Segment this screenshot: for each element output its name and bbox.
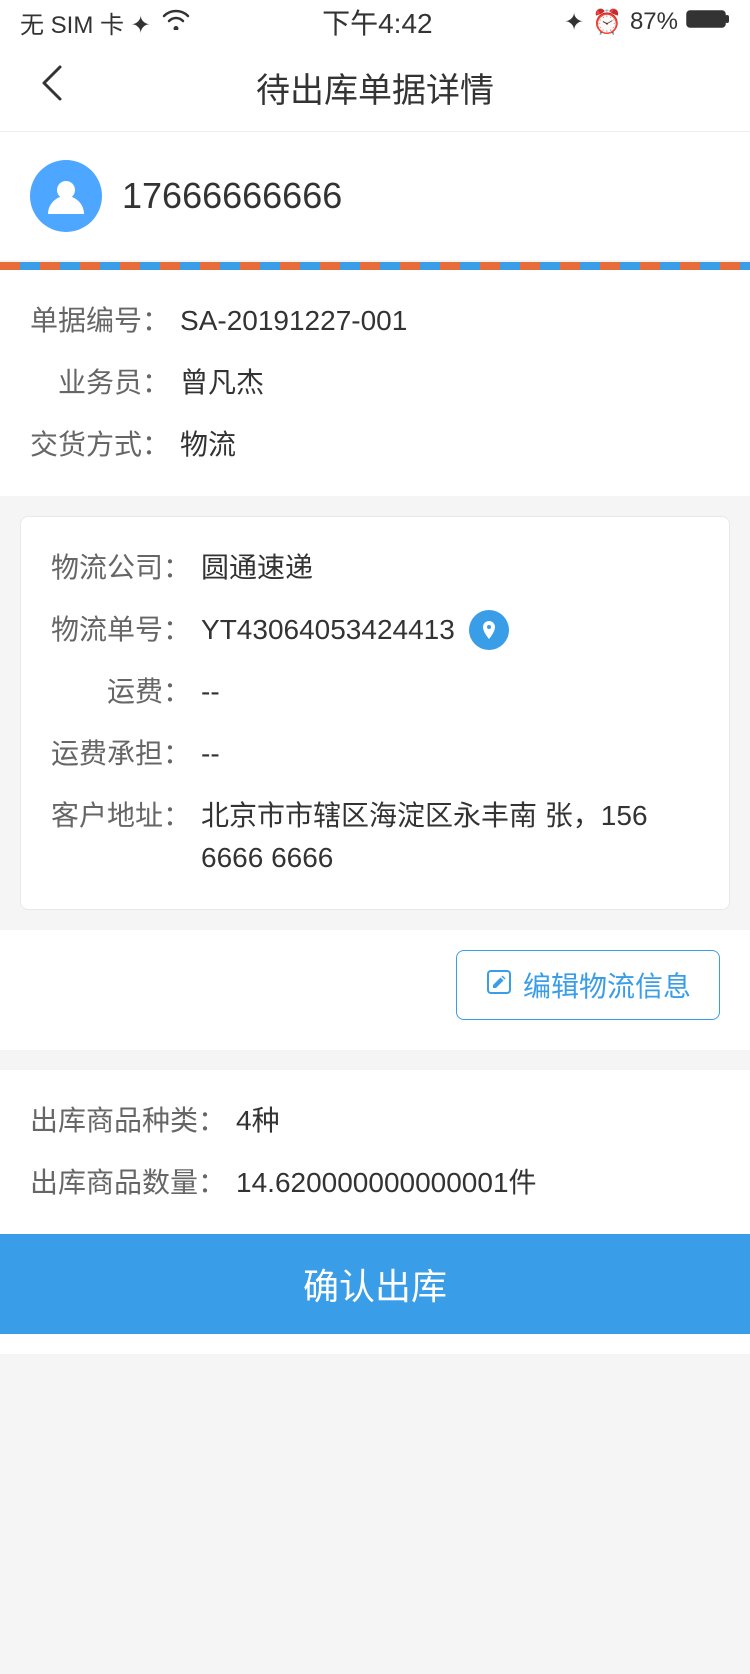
- delivery-method-label: 交货方式：: [30, 424, 170, 466]
- salesperson-row: 业务员： 曾凡杰: [30, 362, 720, 404]
- freight-bearer-row: 运费承担： --: [51, 733, 699, 775]
- gray-spacer: [0, 1354, 750, 1554]
- location-icon[interactable]: [469, 610, 509, 650]
- dashed-divider: [0, 262, 750, 270]
- freight-value: --: [201, 671, 699, 713]
- goods-quantity-row: 出库商品数量： 14.620000000000001件: [30, 1162, 720, 1204]
- tracking-number-value: YT43064053424413: [201, 609, 699, 651]
- logistics-card: 物流公司： 圆通速递 物流单号： YT43064053424413 运费： --…: [20, 516, 730, 910]
- goods-type-row: 出库商品种类： 4种: [30, 1100, 720, 1142]
- freight-bearer-label: 运费承担：: [51, 733, 191, 775]
- location-status-icon: ✦: [564, 8, 584, 37]
- confirm-outbound-label: 确认出库: [303, 1258, 447, 1310]
- tracking-number-label: 物流单号：: [51, 609, 191, 651]
- section-separator: [0, 1050, 750, 1070]
- battery-icon: [686, 8, 730, 37]
- address-row: 客户地址： 北京市市辖区海淀区永丰南 张，156 6666 6666: [51, 795, 699, 879]
- tracking-number-text: YT43064053424413: [201, 609, 455, 651]
- doc-number-value: SA-20191227-001: [180, 300, 720, 342]
- document-info-section: 单据编号： SA-20191227-001 业务员： 曾凡杰 交货方式： 物流: [0, 270, 750, 496]
- alarm-icon: ⏰: [592, 8, 622, 37]
- logistics-company-value: 圆通速递: [201, 547, 699, 589]
- doc-number-label: 单据编号：: [30, 300, 170, 342]
- freight-label: 运费：: [51, 671, 191, 713]
- page-title: 待出库单据详情: [256, 63, 494, 112]
- back-button[interactable]: [30, 53, 74, 122]
- edit-icon: [485, 968, 513, 1003]
- user-phone: 17666666666: [122, 175, 342, 217]
- address-value: 北京市市辖区海淀区永丰南 张，156 6666 6666: [201, 795, 699, 879]
- status-time: 下午4:42: [322, 2, 433, 42]
- outbound-section: 出库商品种类： 4种 出库商品数量： 14.620000000000001件: [0, 1070, 750, 1234]
- status-bar: 无 SIM 卡 ✦ 下午4:42 ✦ ⏰ 87%: [0, 0, 750, 44]
- goods-type-value: 4种: [236, 1100, 720, 1142]
- nav-bar: 待出库单据详情: [0, 44, 750, 132]
- tracking-number-row: 物流单号： YT43064053424413: [51, 609, 699, 651]
- edit-logistics-label: 编辑物流信息: [523, 965, 691, 1005]
- logistics-company-label: 物流公司：: [51, 547, 191, 589]
- edit-logistics-button[interactable]: 编辑物流信息: [456, 950, 720, 1020]
- wifi-icon: [161, 8, 191, 37]
- salesperson-label: 业务员：: [30, 362, 170, 404]
- content: 17666666666 单据编号： SA-20191227-001 业务员： 曾…: [0, 132, 750, 1674]
- confirm-outbound-bar[interactable]: 确认出库: [0, 1234, 750, 1334]
- edit-logistics-btn-wrap: 编辑物流信息: [0, 930, 750, 1050]
- logistics-company-row: 物流公司： 圆通速递: [51, 547, 699, 589]
- user-card: 17666666666: [0, 132, 750, 260]
- battery-text: 87%: [630, 8, 678, 36]
- freight-row: 运费： --: [51, 671, 699, 713]
- goods-quantity-label: 出库商品数量：: [30, 1162, 226, 1204]
- address-label: 客户地址：: [51, 795, 191, 837]
- status-left: 无 SIM 卡 ✦: [20, 5, 191, 40]
- doc-number-row: 单据编号： SA-20191227-001: [30, 300, 720, 342]
- status-right: ✦ ⏰ 87%: [564, 8, 730, 37]
- freight-bearer-value: --: [201, 733, 699, 775]
- goods-type-label: 出库商品种类：: [30, 1100, 226, 1142]
- salesperson-value: 曾凡杰: [180, 362, 720, 404]
- delivery-method-value: 物流: [180, 424, 720, 466]
- carrier-text: 无 SIM 卡 ✦: [20, 5, 151, 40]
- avatar: [30, 160, 102, 232]
- goods-quantity-value: 14.620000000000001件: [236, 1162, 720, 1204]
- delivery-method-row: 交货方式： 物流: [30, 424, 720, 466]
